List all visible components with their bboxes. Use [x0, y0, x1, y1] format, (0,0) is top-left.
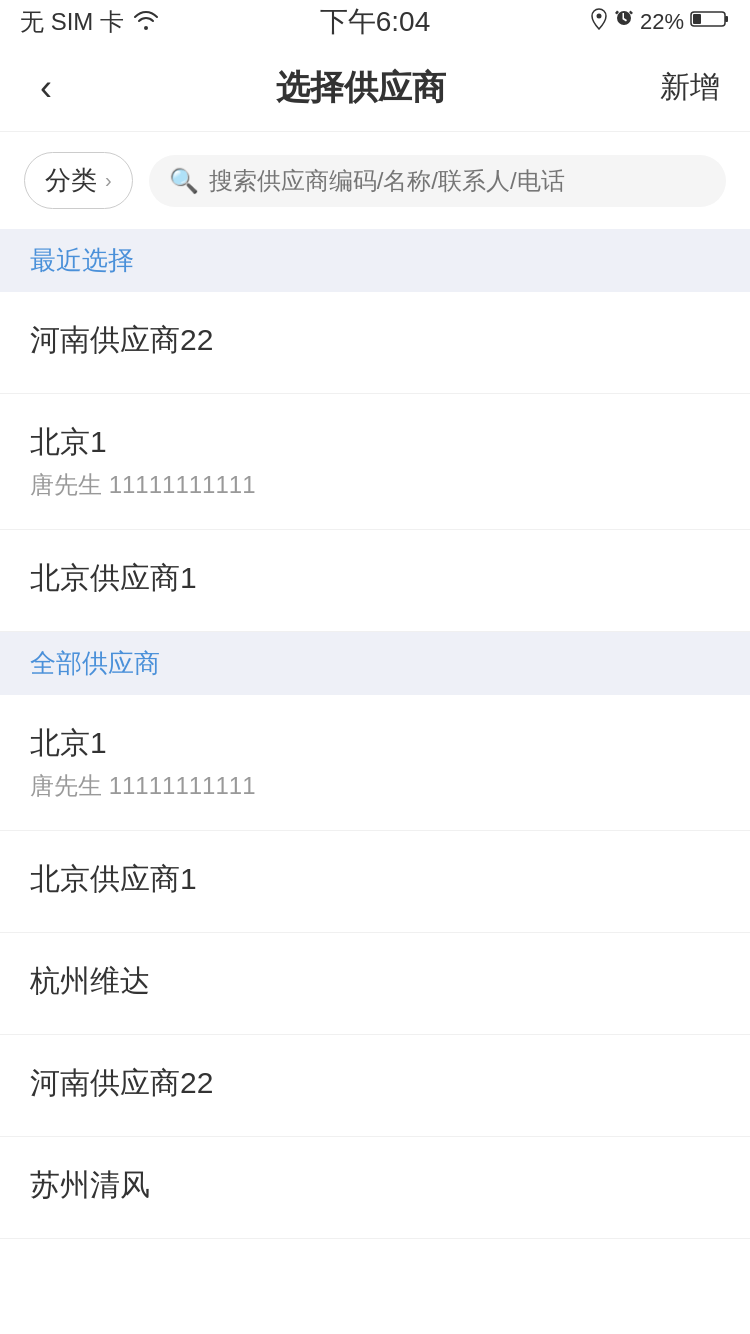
- status-bar: 无 SIM 卡 下午6:04 22%: [0, 0, 750, 44]
- carrier-label: 无 SIM 卡: [20, 6, 124, 38]
- list-item[interactable]: 河南供应商22: [0, 292, 750, 394]
- recent-section-label: 最近选择: [30, 245, 134, 275]
- item-name: 北京供应商1: [30, 558, 720, 599]
- all-section-label: 全部供应商: [30, 648, 160, 678]
- location-icon: [590, 8, 608, 36]
- list-item[interactable]: 杭州维达: [0, 933, 750, 1035]
- all-section-header: 全部供应商: [0, 632, 750, 695]
- chevron-right-icon: ›: [105, 169, 112, 192]
- item-name: 北京1: [30, 422, 720, 463]
- item-name: 北京1: [30, 723, 720, 764]
- item-name: 河南供应商22: [30, 1063, 720, 1104]
- list-item[interactable]: 北京供应商1: [0, 530, 750, 632]
- item-contact: 唐先生 11111111111: [30, 469, 720, 501]
- svg-rect-2: [725, 16, 728, 22]
- status-right: 22%: [590, 8, 730, 36]
- category-button[interactable]: 分类 ›: [24, 152, 133, 209]
- page-title: 选择供应商: [276, 65, 446, 111]
- item-name: 杭州维达: [30, 961, 720, 1002]
- list-item[interactable]: 北京供应商1: [0, 831, 750, 933]
- list-item[interactable]: 苏州清风: [0, 1137, 750, 1239]
- alarm-icon: [614, 9, 634, 35]
- battery-icon: [690, 9, 730, 35]
- recent-list: 河南供应商22 北京1 唐先生 11111111111 北京供应商1: [0, 292, 750, 632]
- category-label: 分类: [45, 163, 97, 198]
- item-name: 北京供应商1: [30, 859, 720, 900]
- wifi-icon: [132, 8, 160, 36]
- svg-point-0: [596, 14, 601, 19]
- nav-bar: ‹ 选择供应商 新增: [0, 44, 750, 132]
- search-input[interactable]: [209, 167, 706, 195]
- item-name: 河南供应商22: [30, 320, 720, 361]
- all-list: 北京1 唐先生 11111111111 北京供应商1 杭州维达河南供应商22 苏州清风: [0, 695, 750, 1239]
- list-item[interactable]: 北京1 唐先生 11111111111: [0, 695, 750, 831]
- search-box: 🔍: [149, 155, 726, 207]
- list-item[interactable]: 北京1 唐先生 11111111111: [0, 394, 750, 530]
- recent-section-header: 最近选择: [0, 229, 750, 292]
- add-button[interactable]: 新增: [660, 67, 720, 108]
- battery-label: 22%: [640, 9, 684, 35]
- item-name: 苏州清风: [30, 1165, 720, 1206]
- search-icon: 🔍: [169, 167, 199, 195]
- filter-bar: 分类 › 🔍: [0, 132, 750, 229]
- svg-rect-3: [693, 14, 701, 24]
- status-left: 无 SIM 卡: [20, 6, 160, 38]
- list-item[interactable]: 河南供应商22: [0, 1035, 750, 1137]
- back-button[interactable]: ‹: [30, 57, 62, 119]
- item-contact: 唐先生 11111111111: [30, 770, 720, 802]
- status-time: 下午6:04: [320, 3, 431, 41]
